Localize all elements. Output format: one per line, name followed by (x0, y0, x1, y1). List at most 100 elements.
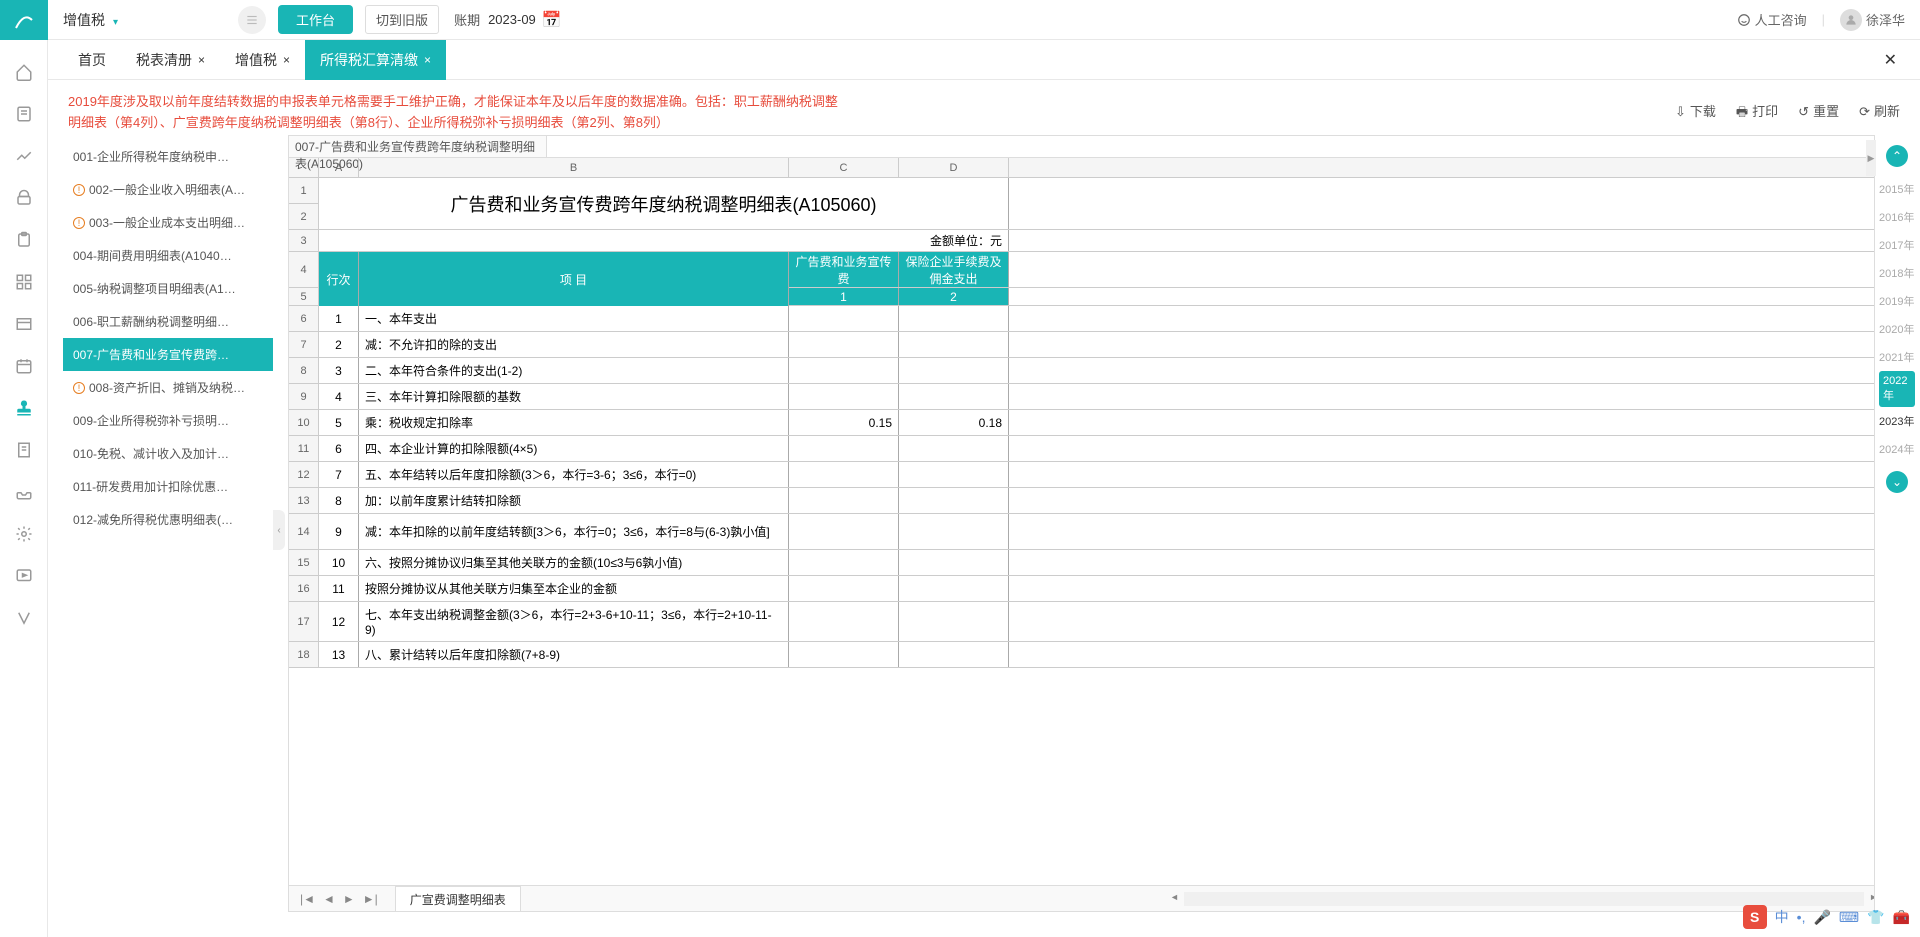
year-2016年[interactable]: 2016年 (1879, 203, 1915, 231)
clipboard-icon[interactable] (12, 228, 36, 252)
tab-0[interactable]: 首页 (63, 40, 121, 80)
period-value[interactable]: 2023-09 (488, 12, 536, 27)
cell-d[interactable] (899, 358, 1009, 383)
cell-c[interactable] (789, 462, 899, 487)
year-2015年[interactable]: 2015年 (1879, 175, 1915, 203)
ime-skin-icon[interactable]: 👕 (1867, 909, 1884, 926)
receipt-icon[interactable] (12, 438, 36, 462)
sheet-nav-prev[interactable]: ◄ (320, 892, 338, 906)
cell-c[interactable] (789, 550, 899, 575)
row-header[interactable]: 15 (289, 550, 319, 575)
cell-seq[interactable]: 6 (319, 436, 359, 461)
cell-c[interactable] (789, 332, 899, 357)
doc-icon[interactable] (12, 102, 36, 126)
report-item-7[interactable]: !008-资产折旧、摊销及纳税… (63, 371, 273, 404)
logo[interactable] (0, 0, 48, 40)
cell-d[interactable] (899, 514, 1009, 549)
row-header[interactable]: 13 (289, 488, 319, 513)
calendar-icon[interactable] (12, 354, 36, 378)
select-all-corner[interactable] (289, 158, 319, 177)
year-2017年[interactable]: 2017年 (1879, 231, 1915, 259)
cell-d[interactable] (899, 306, 1009, 331)
row-header[interactable]: 4 (289, 252, 319, 287)
ime-toolbox-icon[interactable]: 🧰 (1893, 909, 1910, 926)
row-header[interactable]: 18 (289, 642, 319, 667)
year-2022年[interactable]: 2022年 (1879, 371, 1915, 407)
cell-item[interactable]: 五、本年结转以后年度扣除额(3＞6，本行=3-6；3≤6，本行=0) (359, 462, 789, 487)
calendar-picker-icon[interactable]: 📅 (542, 10, 562, 30)
cell-seq[interactable]: 1 (319, 306, 359, 331)
row-header[interactable]: 9 (289, 384, 319, 409)
bag-icon[interactable] (12, 186, 36, 210)
cell-seq[interactable]: 11 (319, 576, 359, 601)
grid-icon[interactable] (12, 270, 36, 294)
cell-c[interactable] (789, 358, 899, 383)
grid-body[interactable]: 12 广告费和业务宣传费跨年度纳税调整明细表(A105060) 3 金额单位：元… (289, 178, 1874, 885)
cell-reference[interactable]: 007-广告费和业务宣传费跨年度纳税调整明细表(A105060) (289, 136, 547, 157)
cell-item[interactable]: 二、本年符合条件的支出(1-2) (359, 358, 789, 383)
chart-icon[interactable] (12, 144, 36, 168)
row-header[interactable]: 12 (289, 462, 319, 487)
cell-d[interactable] (899, 550, 1009, 575)
row-header[interactable]: 11 (289, 436, 319, 461)
year-2024年[interactable]: 2024年 (1879, 435, 1915, 463)
horizontal-scrollbar[interactable] (1184, 892, 1864, 906)
ime-keyboard-icon[interactable]: ⌨ (1839, 909, 1859, 926)
row-header[interactable]: 3 (289, 230, 319, 251)
sheet-nav-first[interactable]: |◄ (297, 892, 318, 906)
consult-link[interactable]: 人工咨询 (1737, 10, 1807, 29)
report-item-11[interactable]: 012-减免所得税优惠明细表(… (63, 503, 273, 536)
ime-punct-icon[interactable]: •, (1797, 909, 1806, 925)
old-version-button[interactable]: 切到旧版 (365, 5, 439, 34)
stamp-icon[interactable] (12, 396, 36, 420)
cell-c[interactable] (789, 488, 899, 513)
ime-mic-icon[interactable]: 🎤 (1813, 909, 1830, 926)
cell-c[interactable] (789, 602, 899, 641)
tab-2[interactable]: 增值税× (220, 40, 305, 80)
cell-d[interactable] (899, 436, 1009, 461)
cell-item[interactable]: 一、本年支出 (359, 306, 789, 331)
cell-d[interactable] (899, 384, 1009, 409)
print-button[interactable]: 🖶 打印 (1736, 92, 1778, 134)
cell-d[interactable] (899, 462, 1009, 487)
year-up-button[interactable]: ⌃ (1886, 145, 1908, 167)
cell-d[interactable] (899, 576, 1009, 601)
cell-c[interactable] (789, 576, 899, 601)
report-item-8[interactable]: 009-企业所得税弥补亏损明… (63, 404, 273, 437)
report-item-1[interactable]: !002-一般企业收入明细表(A… (63, 173, 273, 206)
row-header[interactable]: 10 (289, 410, 319, 435)
cell-seq[interactable]: 2 (319, 332, 359, 357)
cell-seq[interactable]: 5 (319, 410, 359, 435)
cell-item[interactable]: 六、按照分摊协议归集至其他关联方的金额(10≤3与6孰小值) (359, 550, 789, 575)
year-down-button[interactable]: ⌄ (1886, 471, 1908, 493)
year-2021年[interactable]: 2021年 (1879, 343, 1915, 371)
report-item-0[interactable]: 001-企业所得税年度纳税申… (63, 140, 273, 173)
year-2019年[interactable]: 2019年 (1879, 287, 1915, 315)
cell-d[interactable] (899, 332, 1009, 357)
close-icon[interactable]: × (424, 53, 431, 67)
table-icon[interactable] (12, 312, 36, 336)
col-header-a[interactable]: A (319, 158, 359, 177)
cell-c[interactable] (789, 384, 899, 409)
cell-item[interactable]: 加：以前年度累计结转扣除额 (359, 488, 789, 513)
row-header[interactable]: 17 (289, 602, 319, 641)
play-icon[interactable] (12, 564, 36, 588)
cell-seq[interactable]: 10 (319, 550, 359, 575)
cell-seq[interactable]: 8 (319, 488, 359, 513)
refresh-button[interactable]: ⟳ 刷新 (1859, 92, 1900, 134)
cell-d[interactable]: 0.18 (899, 410, 1009, 435)
row-header[interactable]: 12 (289, 178, 319, 229)
row-header[interactable]: 7 (289, 332, 319, 357)
sheet-nav-next[interactable]: ► (340, 892, 358, 906)
cell-c[interactable]: 0.15 (789, 410, 899, 435)
inbox-icon[interactable] (12, 480, 36, 504)
settings-icon[interactable] (12, 522, 36, 546)
col-header-d[interactable]: D (899, 158, 1009, 177)
collapse-handle[interactable]: ‹ (273, 510, 285, 550)
sheet-nav-last[interactable]: ►| (360, 892, 381, 906)
cell-item[interactable]: 四、本企业计算的扣除限额(4×5) (359, 436, 789, 461)
cell-c[interactable] (789, 436, 899, 461)
expand-handle[interactable]: ▶ (1866, 140, 1876, 176)
report-item-4[interactable]: 005-纳税调整项目明细表(A1… (63, 272, 273, 305)
row-header[interactable]: 5 (289, 288, 319, 305)
